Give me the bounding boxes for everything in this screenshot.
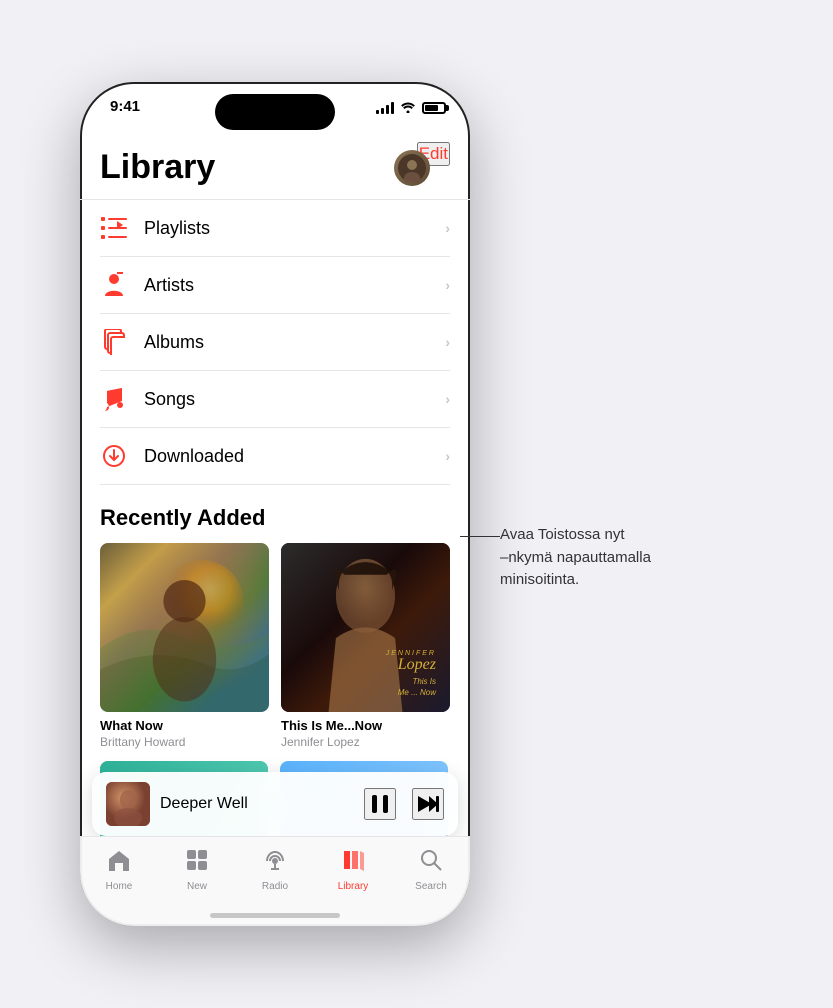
artists-icon [100,271,128,299]
avatar[interactable] [394,150,430,186]
signal-bar-4 [391,102,394,114]
signal-bar-3 [386,105,389,114]
phone-frame: 9:41 [80,82,470,926]
next-track-button[interactable] [412,788,444,820]
songs-chevron: › [445,391,450,407]
callout-text: Avaa Toistossa nyt–nkymä napauttamallami… [500,526,651,588]
tab-home-label: Home [106,881,133,892]
play-pause-button[interactable] [364,788,396,820]
library-item-playlists[interactable]: Playlists › [100,200,450,257]
mini-player-title: Deeper Well [160,795,364,813]
album-artist-jlo: Jennifer Lopez [281,735,450,749]
wifi-icon [400,100,416,116]
callout: Avaa Toistossa nyt–nkymä napauttamallami… [500,524,700,592]
content-area: Library [80,136,470,836]
tab-radio[interactable]: Radio [236,845,314,896]
status-icons [376,100,446,116]
tab-library-label: Library [338,881,369,892]
album-artist-what-now: Brittany Howard [100,735,269,749]
search-icon [420,849,442,877]
mini-player[interactable]: Deeper Well [92,772,458,836]
tab-new-label: New [187,881,207,892]
tab-library[interactable]: Library [314,845,392,896]
signal-bar-2 [381,108,384,114]
album-grid-row1: What Now Brittany Howard [80,543,470,749]
songs-label: Songs [144,389,445,410]
album-item-what-now[interactable]: What Now Brittany Howard [100,543,269,749]
albums-icon [100,328,128,356]
playlists-icon [100,214,128,242]
albums-chevron: › [445,334,450,350]
callout-line [460,536,500,537]
downloaded-label: Downloaded [144,446,445,467]
mini-player-controls [364,788,444,820]
artists-label: Artists [144,275,445,296]
album-cover-jlo: JENNIFER Lopez This IsMe ... Now [281,543,450,712]
tab-new[interactable]: New [158,845,236,896]
tab-search[interactable]: Search [392,845,470,896]
album-name-jlo: This Is Me...Now [281,718,450,733]
library-item-artists[interactable]: Artists › [100,257,450,314]
artists-chevron: › [445,277,450,293]
signal-bar-1 [376,110,379,114]
home-indicator [210,913,340,918]
library-icon [342,849,364,877]
tab-search-label: Search [415,881,447,892]
album-name-what-now: What Now [100,718,269,733]
downloaded-chevron: › [445,448,450,464]
radio-icon [263,849,287,877]
playlists-label: Playlists [144,218,445,239]
library-item-songs[interactable]: Songs › [100,371,450,428]
status-time: 9:41 [110,98,140,115]
battery-icon [422,102,446,114]
recently-added-title: Recently Added [80,485,470,543]
downloaded-icon [100,442,128,470]
library-list: Playlists › Artists › [80,199,470,485]
album-cover-what-now [100,543,269,712]
albums-label: Albums [144,332,445,353]
tab-home[interactable]: Home [80,845,158,896]
library-item-downloaded[interactable]: Downloaded › [100,428,450,485]
signal-bars-icon [376,102,394,114]
mini-player-art [106,782,150,826]
songs-icon [100,385,128,413]
home-icon [107,849,131,877]
playlists-chevron: › [445,220,450,236]
tab-radio-label: Radio [262,881,288,892]
library-item-albums[interactable]: Albums › [100,314,450,371]
new-icon [186,849,208,877]
page-title: Library [100,148,215,187]
status-bar: 9:41 [80,82,470,136]
album-item-jlo[interactable]: JENNIFER Lopez This IsMe ... Now This Is… [281,543,450,749]
